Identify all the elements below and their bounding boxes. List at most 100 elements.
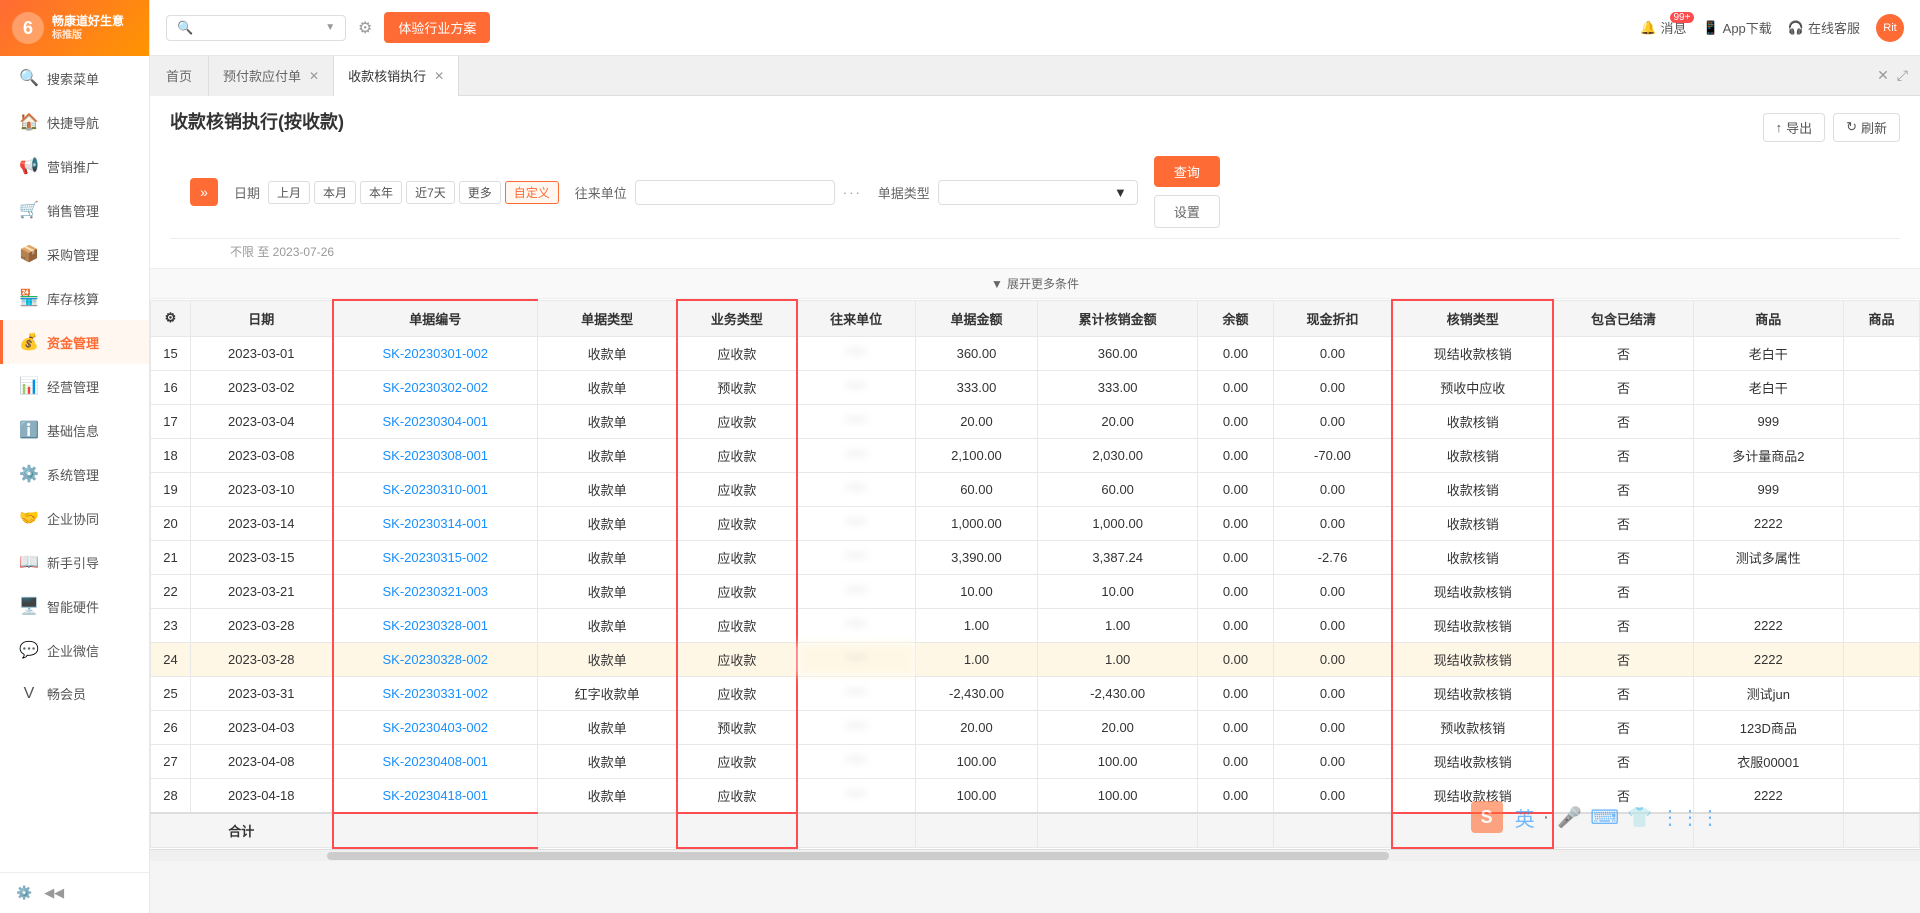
sidebar-item-operation[interactable]: 📊 经营管理 [0, 364, 149, 408]
date-btn-more[interactable]: 更多 [459, 181, 501, 204]
col-settings-header[interactable]: ⚙ [151, 300, 191, 337]
collapse-icon[interactable]: ◀◀ [44, 885, 64, 901]
cell-balance: 0.00 [1198, 677, 1274, 711]
sidebar-item-marketing[interactable]: 📢 营销推广 [0, 144, 149, 188]
cell-product: 2222 [1693, 609, 1843, 643]
sidebar-item-wechat[interactable]: 💬 企业微信 [0, 628, 149, 672]
tabbar-right-controls: ✕ ⤢ [1877, 67, 1920, 84]
horizontal-scrollbar[interactable] [150, 849, 1920, 861]
col-product2-header: 商品 [1844, 300, 1920, 337]
expand-icon: ▼ [991, 277, 1003, 291]
tab-home[interactable]: 首页 [150, 56, 209, 96]
bill-no-link[interactable]: SK-20230302-002 [383, 380, 489, 395]
sidebar-item-quick-nav[interactable]: 🏠 快捷导航 [0, 100, 149, 144]
bill-no-link[interactable]: SK-20230315-002 [383, 550, 489, 565]
bill-no-link[interactable]: SK-20230331-002 [383, 686, 489, 701]
scrollbar-thumb[interactable] [327, 852, 1389, 860]
footer-bill-amount [915, 813, 1038, 848]
bill-no-link[interactable]: SK-20230304-001 [383, 414, 489, 429]
counterparty-input[interactable] [635, 180, 835, 205]
cell-cash-discount: 0.00 [1273, 337, 1392, 371]
cell-num: 19 [151, 473, 191, 507]
query-button[interactable]: 查询 [1154, 156, 1220, 187]
tab-payment-cancel[interactable]: 收款核销执行 ✕ [334, 56, 459, 96]
sidebar: 6 畅康道好生意 标推版 🔍 搜索菜单 🏠 快捷导航 📢 营销推广 🛒 销售管理 [0, 0, 150, 913]
refresh-icon: ↻ [1846, 119, 1857, 135]
cell-date: 2023-03-28 [191, 643, 333, 677]
sidebar-item-member[interactable]: V 畅会员 [0, 672, 149, 715]
filter-toggle-btn[interactable]: » [190, 178, 218, 206]
tab-expand-btn[interactable]: ⤢ [1897, 67, 1908, 84]
cell-biz-type: 应收款 [677, 575, 796, 609]
tab-close-prepayment[interactable]: ✕ [309, 69, 319, 83]
footer-biz-type [677, 813, 796, 848]
topbar-search-box[interactable]: 🔍 ▼ [166, 15, 346, 41]
bill-type-filter-section: 单据类型 ▼ [878, 180, 1138, 205]
date-range-display: 不限 至 2023-07-26 [170, 239, 1900, 268]
online-service-btn[interactable]: 🎧 在线客服 [1788, 18, 1860, 37]
counterparty-filter-section: 往来单位 ··· [575, 180, 862, 205]
notification-btn[interactable]: 🔔 消息 99+ [1640, 18, 1686, 37]
cell-bill-type: 收款单 [538, 439, 678, 473]
bill-no-link[interactable]: SK-20230310-001 [383, 482, 489, 497]
cell-biz-type: 应收款 [677, 473, 796, 507]
sidebar-item-purchase[interactable]: 📦 采购管理 [0, 232, 149, 276]
sidebar-item-hardware[interactable]: 🖥️ 智能硬件 [0, 584, 149, 628]
cell-date: 2023-03-28 [191, 609, 333, 643]
cell-num: 28 [151, 779, 191, 814]
sidebar-item-system[interactable]: ⚙️ 系统管理 [0, 452, 149, 496]
bill-no-link[interactable]: SK-20230403-002 [383, 720, 489, 735]
date-btn-last-month[interactable]: 上月 [268, 181, 310, 204]
cell-bill-amount: 1.00 [915, 643, 1038, 677]
cell-counterparty: **** [797, 507, 916, 541]
bill-no-link[interactable]: SK-20230328-002 [383, 652, 489, 667]
expand-conditions-btn[interactable]: ▼ 展开更多条件 [991, 275, 1079, 292]
sidebar-item-guide[interactable]: 📖 新手引导 [0, 540, 149, 584]
date-btn-custom[interactable]: 自定义 [505, 181, 559, 204]
cell-include-settled: 否 [1553, 473, 1693, 507]
tab-close-btn[interactable]: ✕ [1877, 67, 1889, 84]
topbar-gear-icon[interactable]: ⚙ [358, 18, 372, 38]
settings-button[interactable]: 设置 [1154, 195, 1220, 228]
sidebar-item-finance[interactable]: 💰 资金管理 [0, 320, 149, 364]
export-button[interactable]: ↑ 导出 [1763, 113, 1826, 142]
sidebar-item-search[interactable]: 🔍 搜索菜单 [0, 56, 149, 100]
marketing-icon: 📢 [19, 156, 39, 176]
cell-bill-amount: 1.00 [915, 609, 1038, 643]
cell-cash-discount: -2.76 [1273, 541, 1392, 575]
user-avatar[interactable]: Rit [1876, 14, 1904, 42]
date-btn-this-month[interactable]: 本月 [314, 181, 356, 204]
tab-close-payment-cancel[interactable]: ✕ [434, 69, 444, 83]
bill-no-link[interactable]: SK-20230308-001 [383, 448, 489, 463]
bill-no-link[interactable]: SK-20230321-003 [383, 584, 489, 599]
sidebar-item-sales[interactable]: 🛒 销售管理 [0, 188, 149, 232]
sidebar-item-inventory[interactable]: 🏪 库存核算 [0, 276, 149, 320]
tabbar: 首页 预付款应付单 ✕ 收款核销执行 ✕ ✕ ⤢ [150, 56, 1920, 96]
date-btn-this-year[interactable]: 本年 [360, 181, 402, 204]
date-btn-last-7days[interactable]: 近7天 [406, 181, 455, 204]
bill-no-link[interactable]: SK-20230328-001 [383, 618, 489, 633]
cell-include-settled: 否 [1553, 745, 1693, 779]
main-area: 🔍 ▼ ⚙ 体验行业方案 🔔 消息 99+ 📱 App下载 🎧 在线客服 [150, 0, 1920, 913]
cell-date: 2023-04-03 [191, 711, 333, 745]
bill-no-link[interactable]: SK-20230418-001 [383, 788, 489, 803]
cell-product2 [1844, 609, 1920, 643]
app-download-btn[interactable]: 📱 App下载 [1702, 18, 1771, 37]
cell-bill-no: SK-20230302-002 [333, 371, 538, 405]
bill-no-link[interactable]: SK-20230408-001 [383, 754, 489, 769]
bill-type-select[interactable]: ▼ [938, 180, 1138, 205]
refresh-button[interactable]: ↻ 刷新 [1833, 113, 1900, 142]
solution-button[interactable]: 体验行业方案 [384, 12, 490, 43]
sidebar-item-enterprise[interactable]: 🤝 企业协同 [0, 496, 149, 540]
settings-footer-icon[interactable]: ⚙️ [16, 885, 32, 901]
footer-bill-type [538, 813, 678, 848]
bill-no-link[interactable]: SK-20230314-001 [383, 516, 489, 531]
page-header: 收款核销执行(按收款) ↑ 导出 ↻ 刷新 » [150, 96, 1920, 269]
cell-total-cancel: 20.00 [1038, 711, 1198, 745]
sidebar-item-basic[interactable]: ℹ️ 基础信息 [0, 408, 149, 452]
topbar-search-input[interactable] [199, 21, 319, 35]
cell-bill-type: 红字收款单 [538, 677, 678, 711]
bill-no-link[interactable]: SK-20230301-002 [383, 346, 489, 361]
cell-biz-type: 应收款 [677, 609, 796, 643]
tab-prepayment[interactable]: 预付款应付单 ✕ [209, 56, 334, 96]
